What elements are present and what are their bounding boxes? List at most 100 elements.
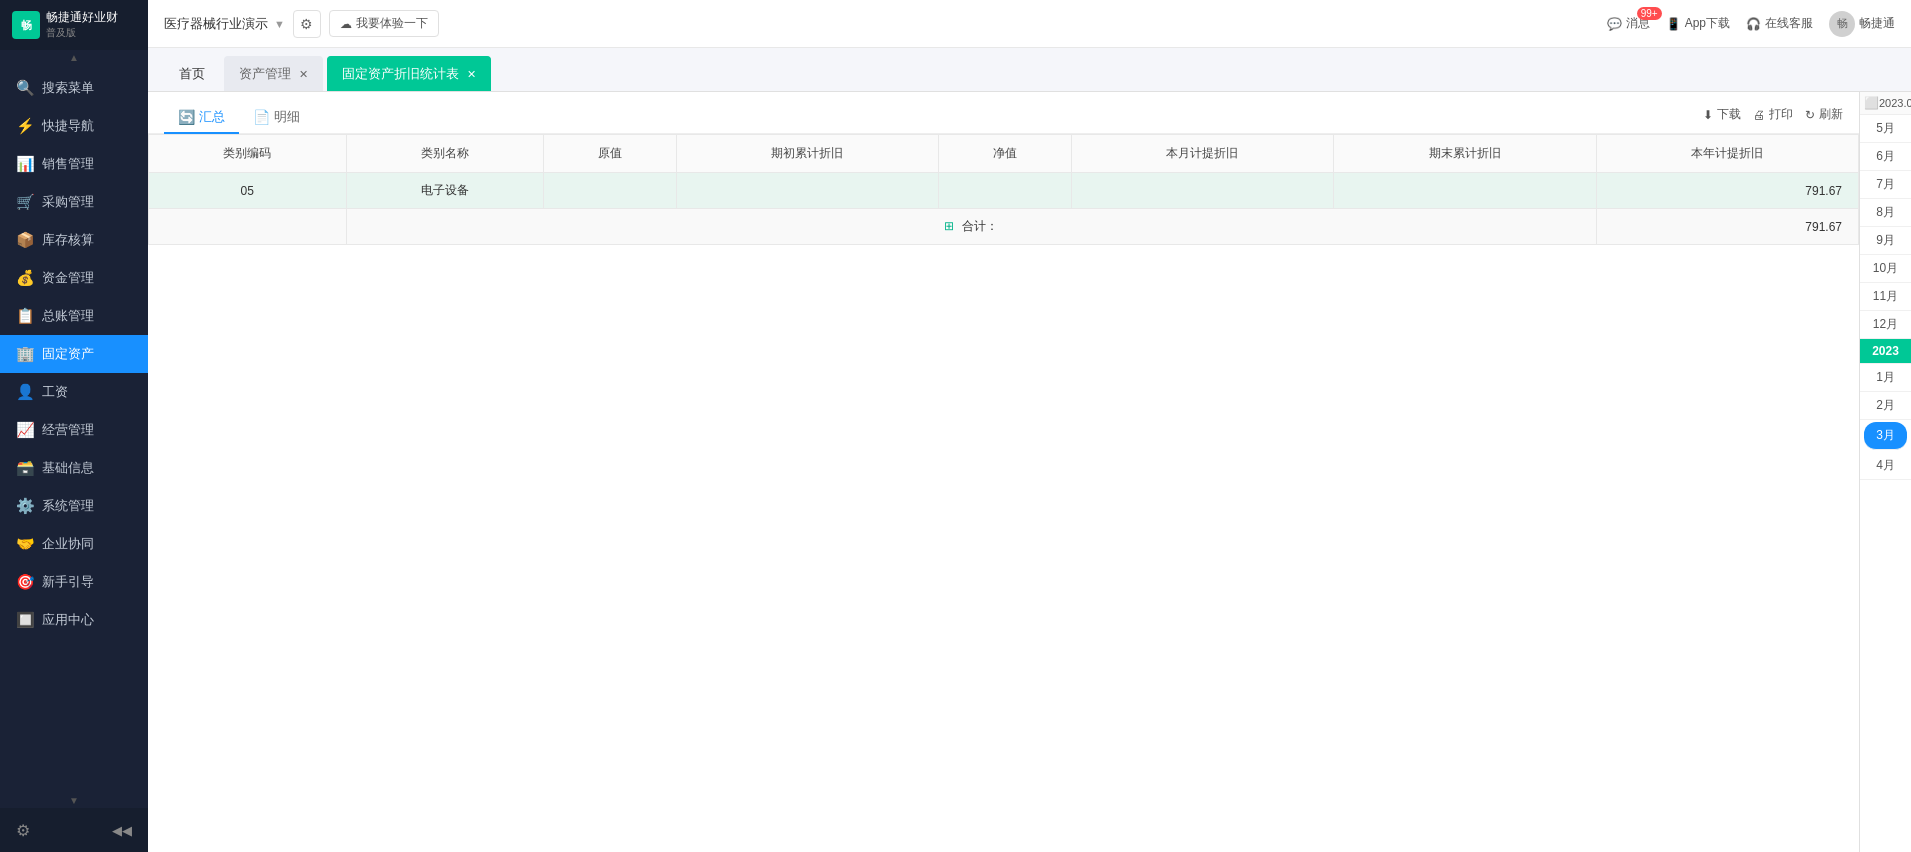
date-month-3-current[interactable]: 3月 — [1864, 422, 1907, 450]
tab-home[interactable]: 首页 — [164, 56, 220, 91]
sidebar-item-ledger[interactable]: 📋 总账管理 — [0, 297, 148, 335]
sidebar-footer: ⚙ ◀◀ — [0, 808, 148, 852]
company-name: 医疗器械行业演示 — [164, 15, 268, 33]
date-panel-header: 2023.03 — [1879, 97, 1911, 109]
table-row: 05 电子设备 791.67 — [149, 173, 1859, 209]
detail-label: 明细 — [274, 108, 300, 126]
sidebar-item-label: 资金管理 — [42, 269, 94, 287]
total-row: ⊞ 合计： 791.67 — [149, 209, 1859, 245]
sidebar-item-sales[interactable]: 📊 销售管理 — [0, 145, 148, 183]
topbar-settings-button[interactable]: ⚙ — [293, 10, 321, 38]
print-button[interactable]: 🖨 打印 — [1753, 106, 1793, 123]
download-icon: ⬇ — [1703, 108, 1713, 122]
tab-depreciation-report[interactable]: 固定资产折旧统计表 ✕ — [327, 56, 491, 91]
content-area: 🔄 汇总 📄 明细 ⬇ 下载 🖨 打印 — [148, 92, 1911, 852]
customer-service-button[interactable]: 🎧 在线客服 — [1746, 15, 1813, 32]
sidebar-item-label: 应用中心 — [42, 611, 94, 629]
scroll-down-btn[interactable]: ▼ — [0, 793, 148, 808]
app-subtitle: 普及版 — [46, 26, 118, 40]
sidebar-item-quick-nav[interactable]: ⚡ 快捷导航 — [0, 107, 148, 145]
date-month-6[interactable]: 6月 — [1860, 143, 1911, 171]
refresh-button[interactable]: ↻ 刷新 — [1805, 106, 1843, 123]
refresh-icon: ↻ — [1805, 108, 1815, 122]
sidebar-item-purchase[interactable]: 🛒 采购管理 — [0, 183, 148, 221]
sidebar-item-cooperation[interactable]: 🤝 企业协同 — [0, 525, 148, 563]
experience-button[interactable]: ☁ 我要体验一下 — [329, 10, 439, 37]
collapse-icon[interactable]: ◀◀ — [112, 823, 132, 838]
tab-asset-mgmt[interactable]: 资产管理 ✕ — [224, 56, 323, 91]
tab-active-close-icon[interactable]: ✕ — [467, 68, 476, 81]
date-month-5[interactable]: 5月 — [1860, 115, 1911, 143]
sidebar-item-apps[interactable]: 🔲 应用中心 — [0, 601, 148, 639]
date-month-4[interactable]: 4月 — [1860, 452, 1911, 480]
sidebar-item-label: 系统管理 — [42, 497, 94, 515]
total-label: 合计： — [962, 219, 998, 233]
app-download-button[interactable]: 📱 App下载 — [1666, 15, 1730, 32]
sidebar-item-search[interactable]: 🔍 搜索菜单 — [0, 69, 148, 107]
sidebar-item-inventory[interactable]: 📦 库存核算 — [0, 221, 148, 259]
sidebar-item-label: 新手引导 — [42, 573, 94, 591]
download-button[interactable]: ⬇ 下载 — [1703, 106, 1741, 123]
sidebar-item-label: 企业协同 — [42, 535, 94, 553]
messages-badge: 99+ — [1637, 7, 1662, 20]
topbar: 医疗器械行业演示 ▼ ⚙ ☁ 我要体验一下 💬 消息 99+ 📱 App下载 🎧… — [148, 0, 1911, 48]
topbar-right: 💬 消息 99+ 📱 App下载 🎧 在线客服 畅 畅捷通 — [1607, 11, 1895, 37]
sidebar-item-label: 采购管理 — [42, 193, 94, 211]
date-month-10[interactable]: 10月 — [1860, 255, 1911, 283]
sidebar-item-operations[interactable]: 📈 经营管理 — [0, 411, 148, 449]
messages-icon: 💬 — [1607, 17, 1622, 31]
company-selector[interactable]: 医疗器械行业演示 ▼ — [164, 15, 285, 33]
tab-close-icon[interactable]: ✕ — [299, 68, 308, 81]
sidebar-item-label: 固定资产 — [42, 345, 94, 363]
cell-name: 电子设备 — [346, 173, 544, 209]
expand-icon[interactable]: ⬜ — [1864, 96, 1879, 110]
cell-code: 05 — [149, 173, 347, 209]
app-title: 畅捷通好业财 — [46, 10, 118, 26]
total-label-cell: ⊞ 合计： — [346, 209, 1596, 245]
sidebar-item-finance[interactable]: 💰 资金管理 — [0, 259, 148, 297]
chevron-down-icon: ▼ — [274, 18, 285, 30]
detail-icon: 📄 — [253, 109, 270, 125]
date-month-9[interactable]: 9月 — [1860, 227, 1911, 255]
sidebar-item-label: 经营管理 — [42, 421, 94, 439]
scroll-up-btn[interactable]: ▲ — [0, 50, 148, 65]
sub-tab-detail[interactable]: 📄 明细 — [239, 102, 314, 134]
cell-monthly-depr — [1071, 173, 1333, 209]
date-month-7[interactable]: 7月 — [1860, 171, 1911, 199]
sidebar-item-label: 库存核算 — [42, 231, 94, 249]
finance-icon: 💰 — [16, 269, 34, 287]
sidebar-item-fixed-assets[interactable]: 🏢 固定资产 — [0, 335, 148, 373]
logo-icon: 畅 — [12, 11, 40, 39]
total-yearly-depr: 791.67 — [1596, 209, 1859, 245]
sub-tabs: 🔄 汇总 📄 明细 ⬇ 下载 🖨 打印 — [148, 92, 1859, 134]
gear-icon: ⚙ — [300, 16, 313, 32]
sidebar-item-payroll[interactable]: 👤 工资 — [0, 373, 148, 411]
total-icon-cell — [149, 209, 347, 245]
cooperation-icon: 🤝 — [16, 535, 34, 553]
table-wrapper: 类别编码 类别名称 原值 期初累计折旧 净值 本月计提折旧 期末累计折旧 本年计… — [148, 134, 1859, 852]
settings-icon[interactable]: ⚙ — [16, 821, 30, 840]
date-month-11[interactable]: 11月 — [1860, 283, 1911, 311]
date-month-2[interactable]: 2月 — [1860, 392, 1911, 420]
sidebar-item-basics[interactable]: 🗃️ 基础信息 — [0, 449, 148, 487]
ledger-icon: 📋 — [16, 307, 34, 325]
avatar: 畅 — [1829, 11, 1855, 37]
sidebar-item-guide[interactable]: 🎯 新手引导 — [0, 563, 148, 601]
purchase-icon: 🛒 — [16, 193, 34, 211]
sidebar-item-system[interactable]: ⚙️ 系统管理 — [0, 487, 148, 525]
table-header-row: 类别编码 类别名称 原值 期初累计折旧 净值 本月计提折旧 期末累计折旧 本年计… — [149, 135, 1859, 173]
user-menu[interactable]: 畅 畅捷通 — [1829, 11, 1895, 37]
date-month-12[interactable]: 12月 — [1860, 311, 1911, 339]
date-year-2023[interactable]: 2023 — [1860, 339, 1911, 364]
apps-icon: 🔲 — [16, 611, 34, 629]
sub-tab-summary[interactable]: 🔄 汇总 — [164, 102, 239, 134]
date-month-8[interactable]: 8月 — [1860, 199, 1911, 227]
asset-mgmt-label: 资产管理 — [239, 65, 291, 83]
date-month-1[interactable]: 1月 — [1860, 364, 1911, 392]
cell-accum-depr — [676, 173, 938, 209]
col-period-end-depr: 期末累计折旧 — [1334, 135, 1596, 173]
messages-button[interactable]: 💬 消息 99+ — [1607, 15, 1650, 32]
cloud-icon: ☁ — [340, 17, 352, 31]
sidebar-item-label: 基础信息 — [42, 459, 94, 477]
sidebar-item-label: 总账管理 — [42, 307, 94, 325]
